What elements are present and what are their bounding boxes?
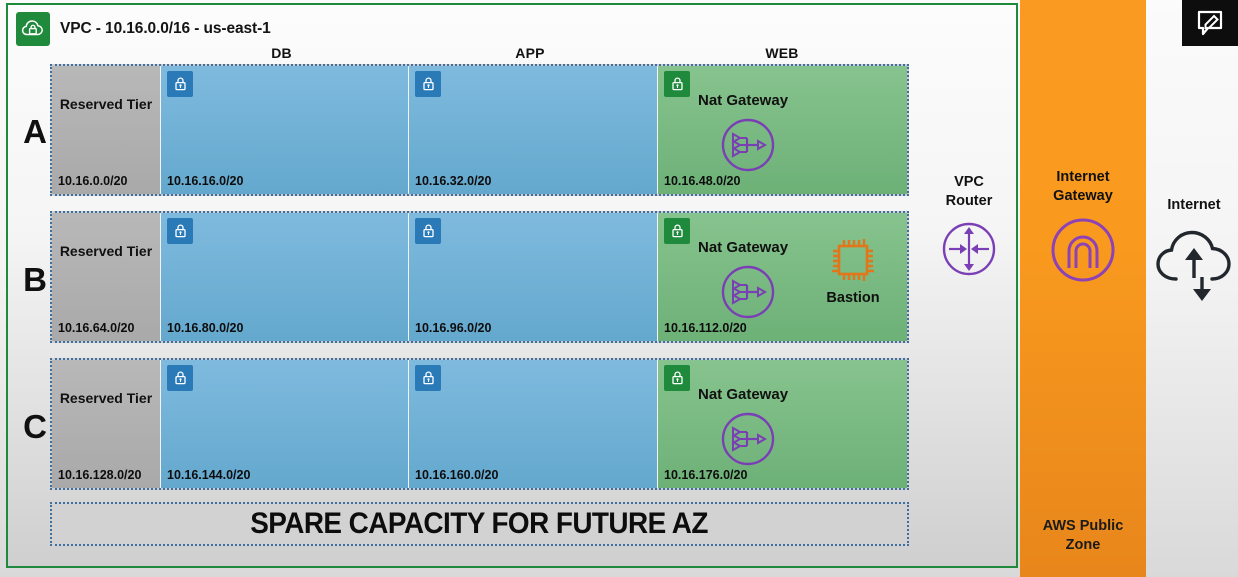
subnet-app-c[interactable]: 10.16.160.0/20 — [408, 360, 657, 488]
subnet-cidr: 10.16.144.0/20 — [167, 468, 251, 482]
aws-public-zone-label-line1: AWS Public — [1042, 518, 1124, 535]
vpc-router-label-line1: VPC — [954, 174, 984, 190]
internet[interactable]: Internet — [1150, 196, 1238, 305]
column-header-web: WEB — [765, 45, 799, 61]
subnet-db-c[interactable]: 10.16.144.0/20 — [160, 360, 408, 488]
annotate-pencil-icon — [1197, 10, 1223, 36]
subnet-reserved-b[interactable]: Reserved Tier 10.16.64.0/20 — [52, 213, 160, 341]
internet-gateway-label-line1: Internet — [1056, 169, 1110, 185]
spare-capacity-row[interactable]: SPARE CAPACITY FOR FUTURE AZ — [50, 502, 909, 546]
internet-gateway[interactable]: Internet Gateway — [1020, 168, 1146, 287]
nat-gateway-icon — [719, 116, 777, 179]
lock-icon-blue — [167, 218, 193, 244]
subnet-app-a[interactable]: 10.16.32.0/20 — [408, 66, 657, 194]
subnet-cidr: 10.16.160.0/20 — [415, 468, 499, 482]
annotate-button[interactable] — [1182, 0, 1238, 46]
lock-icon-green — [664, 365, 690, 391]
az-letter-b: B — [23, 261, 47, 298]
subnet-reserved-c[interactable]: Reserved Tier 10.16.128.0/20 — [52, 360, 160, 488]
az-letter-a: A — [23, 113, 47, 150]
column-header-db: DB — [271, 45, 292, 61]
lock-icon-blue — [167, 71, 193, 97]
reserved-tier-label: Reserved Tier — [59, 390, 153, 406]
internet-cloud-icon — [1150, 223, 1238, 305]
aws-public-zone: Internet Gateway AWS Public Zone — [1020, 0, 1146, 577]
subnet-cidr: 10.16.80.0/20 — [167, 321, 244, 335]
reserved-tier-label: Reserved Tier — [59, 243, 153, 259]
vpc-router-label-line2: Router — [945, 192, 993, 209]
internet-gateway-icon — [1020, 213, 1146, 287]
subnet-cidr: 10.16.96.0/20 — [415, 321, 492, 335]
availability-zone-row-c: Reserved Tier 10.16.128.0/20 10.16.144.0… — [50, 358, 909, 490]
subnet-cidr: 10.16.32.0/20 — [415, 174, 492, 188]
subnet-cidr: 10.16.0.0/20 — [58, 174, 128, 188]
lock-icon-blue — [415, 365, 441, 391]
aws-public-zone-label: AWS Public Zone — [1020, 517, 1146, 555]
nat-gateway-icon — [719, 263, 777, 326]
subnet-cidr: 10.16.112.0/20 — [664, 321, 747, 335]
lock-icon-blue — [415, 71, 441, 97]
subnet-web-c[interactable]: Nat Gateway 10.16.176.0/20 — [657, 360, 907, 488]
nat-gateway-icon — [719, 410, 777, 473]
subnet-db-a[interactable]: 10.16.16.0/20 — [160, 66, 408, 194]
internet-gateway-label-line2: Gateway — [1053, 187, 1113, 204]
nat-gateway-label: Nat Gateway — [698, 239, 789, 256]
column-header-app: APP — [515, 45, 545, 61]
bastion-chip-icon — [832, 239, 874, 281]
availability-zone-row-a: Reserved Tier 10.16.0.0/20 10.16.16.0/20… — [50, 64, 909, 196]
subnet-cidr: 10.16.176.0/20 — [664, 468, 748, 482]
aws-public-zone-label-line2: Zone — [1065, 537, 1101, 554]
reserved-tier-label: Reserved Tier — [59, 96, 153, 112]
vpc-router[interactable]: VPC Router — [923, 173, 1015, 280]
subnet-web-b[interactable]: Nat Gateway Bastion 10.16.112.0/20 — [657, 213, 907, 341]
lock-icon-green — [664, 71, 690, 97]
nat-gateway-label: Nat Gateway — [698, 92, 789, 109]
az-letter-c: C — [23, 408, 47, 445]
router-icon — [923, 218, 1015, 280]
vpc-header: VPC - 10.16.0.0/16 - us-east-1 — [16, 11, 271, 47]
subnet-web-a[interactable]: Nat Gateway 10.16.48.0/20 — [657, 66, 907, 194]
internet-label: Internet — [1167, 197, 1221, 213]
subnet-reserved-a[interactable]: Reserved Tier 10.16.0.0/20 — [52, 66, 160, 194]
vpc-container: VPC - 10.16.0.0/16 - us-east-1 DB APP WE… — [6, 3, 1018, 568]
lock-icon-blue — [167, 365, 193, 391]
subnet-cidr: 10.16.48.0/20 — [664, 174, 741, 188]
lock-icon-green — [664, 218, 690, 244]
availability-zone-row-b: Reserved Tier 10.16.64.0/20 10.16.80.0/2… — [50, 211, 909, 343]
vpc-title: VPC - 10.16.0.0/16 - us-east-1 — [60, 20, 271, 37]
subnet-db-b[interactable]: 10.16.80.0/20 — [160, 213, 408, 341]
lock-icon-blue — [415, 218, 441, 244]
subnet-cidr: 10.16.16.0/20 — [167, 174, 244, 188]
bastion-host[interactable]: Bastion — [817, 233, 889, 306]
bastion-label: Bastion — [826, 290, 880, 306]
nat-gateway-label: Nat Gateway — [698, 386, 789, 403]
subnet-cidr: 10.16.64.0/20 — [58, 321, 135, 335]
spare-capacity-label: SPARE CAPACITY FOR FUTURE AZ — [250, 507, 709, 540]
subnet-app-b[interactable]: 10.16.96.0/20 — [408, 213, 657, 341]
subnet-cidr: 10.16.128.0/20 — [58, 468, 142, 482]
cloud-lock-icon — [16, 12, 50, 46]
